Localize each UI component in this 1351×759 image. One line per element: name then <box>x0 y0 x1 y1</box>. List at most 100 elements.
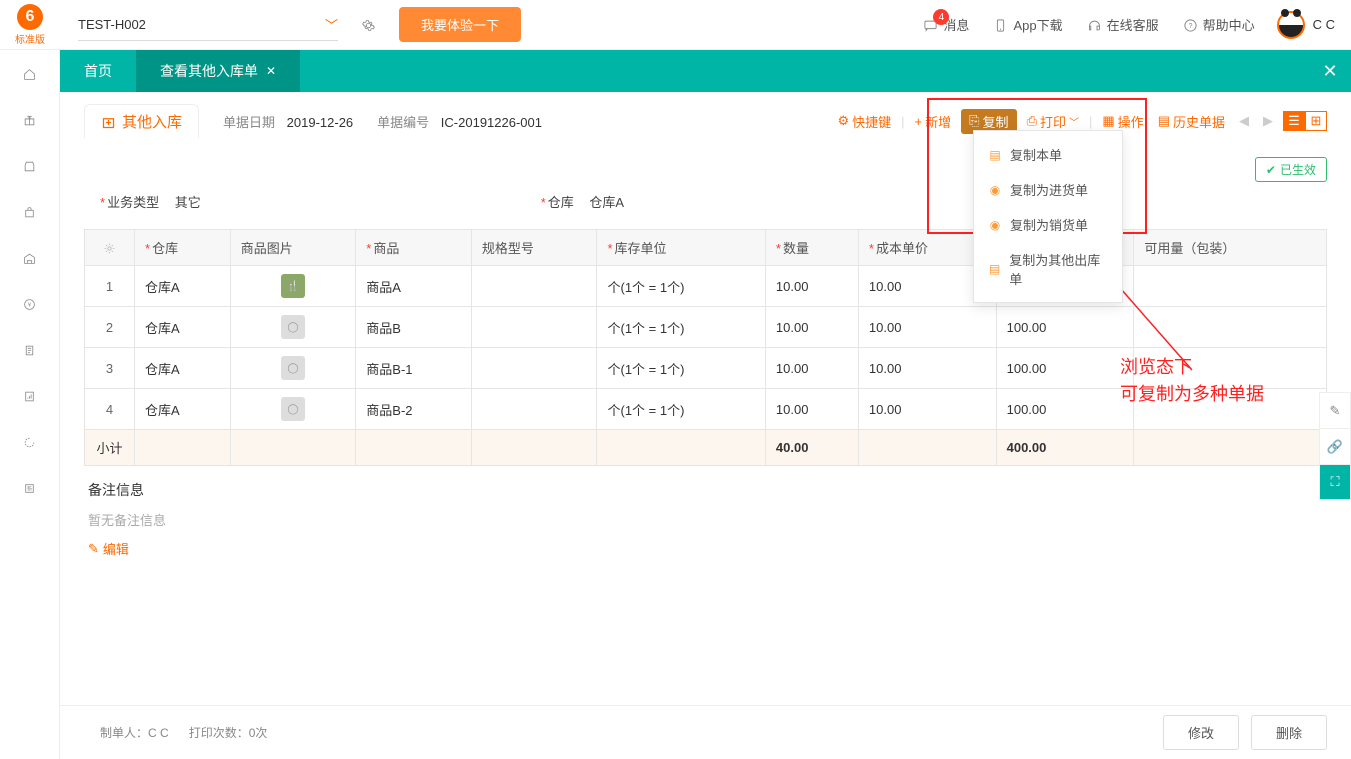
settings-icon[interactable] <box>362 17 375 32</box>
col-warehouse: *仓库 <box>135 230 231 266</box>
copy-this-item[interactable]: ▤ 复制本单 <box>974 137 1122 172</box>
doc-date: 单据日期 2019-12-26 <box>223 112 353 131</box>
toolbar: ⚙ 快捷键 | + 新增 ⎘ 复制 <box>833 109 1327 134</box>
cell-available <box>1134 348 1327 389</box>
table-row[interactable]: 2仓库A◯商品B个(1个 = 1个)10.0010.00100.00 <box>85 307 1327 348</box>
col-available: 可用量（包装） <box>1134 230 1327 266</box>
svg-text:新: 新 <box>27 485 32 492</box>
edit-icon: ✎ <box>88 541 99 557</box>
col-product: *商品 <box>356 230 472 266</box>
help-icon: ? <box>1183 16 1198 33</box>
rail-note-icon[interactable]: ✎ <box>1319 392 1351 428</box>
product-image-icon: ◯ <box>281 356 305 380</box>
org-selector[interactable]: TEST-H002 ﹀ <box>78 9 338 41</box>
logo[interactable]: 6 标准版 <box>0 4 60 46</box>
table-row[interactable]: 3仓库A◯商品B-1个(1个 = 1个)10.0010.00100.00 <box>85 348 1327 389</box>
outbound-icon: ▤ <box>988 262 1001 276</box>
app-download-label: App下载 <box>1013 15 1062 34</box>
user-avatar[interactable] <box>1277 11 1305 39</box>
app-download-link[interactable]: App下载 <box>993 15 1062 34</box>
tab-label: 查看其他入库单 <box>160 61 258 81</box>
purchase-icon: ◉ <box>988 183 1002 197</box>
inbound-icon <box>101 113 116 130</box>
cell-qty: 10.00 <box>765 389 858 430</box>
view-list[interactable]: ☰ <box>1283 111 1305 131</box>
rail-link-icon[interactable]: 🔗 <box>1319 428 1351 464</box>
subtotal-amount: 400.00 <box>996 430 1134 466</box>
sidebar-sync-icon[interactable] <box>20 432 40 452</box>
subtotal-qty: 40.00 <box>765 430 858 466</box>
print-count-info: 打印次数：0次 <box>189 724 268 741</box>
phone-icon <box>993 16 1008 33</box>
new-button[interactable]: + 新增 <box>911 110 956 133</box>
messages-link[interactable]: 消息 4 <box>923 15 969 34</box>
row-index: 3 <box>85 348 135 389</box>
table-row[interactable]: 4仓库A◯商品B-2个(1个 = 1个)10.0010.00100.00 <box>85 389 1327 430</box>
tab-home[interactable]: 首页 <box>60 50 136 92</box>
delete-button[interactable]: 删除 <box>1251 715 1327 750</box>
tabs-bar: 首页 查看其他入库单 ✕ ✕ <box>60 50 1351 92</box>
cell-product: 商品B-2 <box>356 389 472 430</box>
footer: 制单人：C C 打印次数：0次 修改 删除 <box>60 705 1351 759</box>
view-grid[interactable]: ⊞ <box>1305 111 1327 131</box>
sidebar-new-icon[interactable]: 新 <box>20 478 40 498</box>
tab-view-other-inbound[interactable]: 查看其他入库单 ✕ <box>136 50 300 92</box>
col-image: 商品图片 <box>230 230 356 266</box>
cell-qty: 10.00 <box>765 266 858 307</box>
sidebar-finance-icon[interactable]: ¥ <box>20 294 40 314</box>
sidebar-home-icon[interactable] <box>20 64 40 84</box>
next-button[interactable]: ▶ <box>1259 111 1277 131</box>
sidebar-clipboard-icon[interactable] <box>20 340 40 360</box>
cell-image: ◯ <box>230 389 356 430</box>
trial-button[interactable]: 我要体验一下 <box>399 7 521 42</box>
cell-spec <box>471 389 597 430</box>
cell-unit: 个(1个 = 1个) <box>597 389 765 430</box>
doc-icon: ▤ <box>988 148 1002 162</box>
copy-icon: ⎘ <box>969 113 979 129</box>
svg-text:?: ? <box>1188 23 1192 30</box>
org-name: TEST-H002 <box>78 17 146 32</box>
user-name[interactable]: C C <box>1313 17 1335 32</box>
cell-product: 商品B <box>356 307 472 348</box>
edit-remark-button[interactable]: ✎ 编辑 <box>88 539 129 558</box>
help-center-link[interactable]: ? 帮助中心 <box>1183 15 1255 34</box>
online-service-link[interactable]: 在线客服 <box>1087 15 1159 34</box>
cell-price: 10.00 <box>858 348 996 389</box>
modify-button[interactable]: 修改 <box>1163 715 1239 750</box>
product-image-icon: ◯ <box>281 315 305 339</box>
copy-as-sales-item[interactable]: ◉ 复制为销货单 <box>974 207 1122 242</box>
creator-info: 制单人：C C <box>100 724 169 741</box>
sidebar-report-icon[interactable] <box>20 386 40 406</box>
cell-spec <box>471 266 597 307</box>
sidebar-bag-icon[interactable] <box>20 202 40 222</box>
cell-price: 10.00 <box>858 389 996 430</box>
col-qty: *数量 <box>765 230 858 266</box>
prev-button[interactable]: ◀ <box>1235 111 1253 131</box>
remark-empty: 暂无备注信息 <box>88 510 1323 529</box>
subtotal-label: 小计 <box>85 430 135 466</box>
headset-icon <box>1087 16 1102 33</box>
history-button[interactable]: ▤ 历史单据 <box>1154 110 1229 133</box>
sidebar-gift-icon[interactable] <box>20 110 40 130</box>
close-icon[interactable]: ✕ <box>266 64 276 78</box>
status-badge: ✔ 已生效 <box>1255 157 1327 182</box>
sidebar-store-icon[interactable] <box>20 156 40 176</box>
online-service-label: 在线客服 <box>1107 15 1159 34</box>
col-settings[interactable] <box>85 230 135 266</box>
svg-text:¥: ¥ <box>28 302 32 308</box>
check-icon: ✔ <box>1266 163 1276 177</box>
cell-unit: 个(1个 = 1个) <box>597 348 765 389</box>
sidebar-warehouse-icon[interactable] <box>20 248 40 268</box>
copy-as-other-out-item[interactable]: ▤ 复制为其他出库单 <box>974 242 1122 296</box>
copy-as-purchase-item[interactable]: ◉ 复制为进货单 <box>974 172 1122 207</box>
right-rail: ✎ 🔗 ⛶ <box>1319 392 1351 500</box>
table-row[interactable]: 1仓库A🍴商品A个(1个 = 1个)10.0010.00100.00 <box>85 266 1327 307</box>
top-header: 6 标准版 TEST-H002 ﹀ 我要体验一下 消息 4 App下载 <box>0 0 1351 50</box>
cell-warehouse: 仓库A <box>135 266 231 307</box>
close-all-tabs[interactable]: ✕ <box>1309 50 1351 92</box>
rail-expand-icon[interactable]: ⛶ <box>1319 464 1351 500</box>
card-title: 其他入库 <box>122 111 182 132</box>
grid-icon: ▦ <box>1102 113 1114 129</box>
shortcut-button[interactable]: ⚙ 快捷键 <box>833 110 895 133</box>
help-center-label: 帮助中心 <box>1203 15 1255 34</box>
